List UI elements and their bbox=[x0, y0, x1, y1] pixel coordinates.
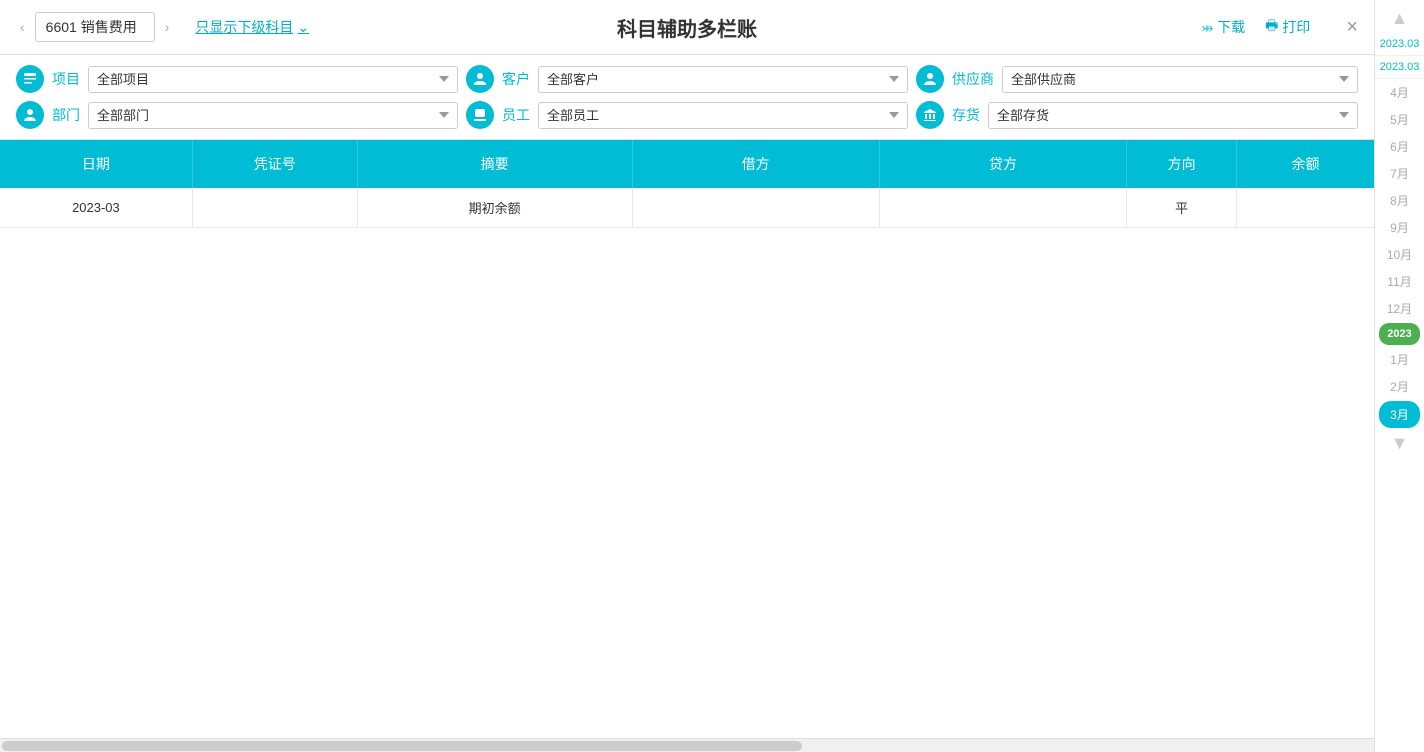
header: ‹ 6601 销售费用 › 只显示下级科目 ⌄ 科目辅助多栏账 ⤕ 下载 🖶 打… bbox=[0, 0, 1374, 55]
inventory-icon bbox=[916, 101, 944, 129]
timeline-down-arrow[interactable]: ▼ bbox=[1375, 429, 1424, 458]
timeline-month-1[interactable]: 1月 bbox=[1375, 346, 1424, 373]
project-icon bbox=[16, 65, 44, 93]
timeline-month-6[interactable]: 6月 bbox=[1375, 133, 1424, 160]
cell-direction: 平 bbox=[1127, 188, 1237, 228]
cell-credit bbox=[879, 188, 1126, 228]
print-label: 打印 bbox=[1282, 17, 1310, 37]
col-direction: 方向 bbox=[1127, 140, 1237, 188]
timeline-month-9[interactable]: 9月 bbox=[1375, 214, 1424, 241]
employee-label: 员工 bbox=[502, 105, 530, 125]
show-sub-button[interactable]: 只显示下级科目 ⌄ bbox=[195, 17, 309, 37]
col-summary: 摘要 bbox=[357, 140, 632, 188]
cell-summary: 期初余额 bbox=[357, 188, 632, 228]
cell-debit bbox=[632, 188, 879, 228]
table-header-row: 日期 凭证号 摘要 借方 贷方 方向 余额 bbox=[0, 140, 1374, 188]
timeline-2023-03-header1[interactable]: 2023.03 bbox=[1375, 33, 1424, 56]
header-actions: ⤕ 下载 🖶 打印 × bbox=[1202, 15, 1358, 39]
print-icon: 🖶 bbox=[1265, 15, 1278, 39]
header-left: ‹ 6601 销售费用 › 只显示下级科目 ⌄ bbox=[16, 12, 309, 42]
customer-select[interactable]: 全部客户 bbox=[538, 66, 908, 93]
timeline-month-7[interactable]: 7月 bbox=[1375, 160, 1424, 187]
project-select[interactable]: 全部项目 bbox=[88, 66, 458, 93]
department-icon bbox=[16, 101, 44, 129]
customer-icon bbox=[466, 65, 494, 93]
cell-balance bbox=[1237, 188, 1374, 228]
content-area: ‹ 6601 销售费用 › 只显示下级科目 ⌄ 科目辅助多栏账 ⤕ 下载 🖶 打… bbox=[0, 0, 1374, 752]
timeline-month-2[interactable]: 2月 bbox=[1375, 373, 1424, 400]
project-label: 项目 bbox=[52, 69, 80, 89]
timeline-month-4[interactable]: 4月 bbox=[1375, 79, 1424, 106]
download-icon: ⤕ bbox=[1202, 19, 1213, 36]
filter-employee: 员工 全部员工 bbox=[466, 101, 908, 129]
col-debit: 借方 bbox=[632, 140, 879, 188]
table-container: 日期 凭证号 摘要 借方 贷方 方向 余额 2023-03 期初余额 bbox=[0, 140, 1374, 738]
col-date: 日期 bbox=[0, 140, 192, 188]
filters-panel: 项目 全部项目 客户 全部客户 bbox=[0, 55, 1374, 140]
department-label: 部门 bbox=[52, 105, 80, 125]
timeline-month-3-active[interactable]: 3月 bbox=[1379, 401, 1420, 428]
supplier-select[interactable]: 全部供应商 bbox=[1002, 66, 1358, 93]
col-credit: 贷方 bbox=[879, 140, 1126, 188]
page-title: 科目辅助多栏账 bbox=[617, 13, 757, 42]
supplier-icon bbox=[916, 65, 944, 93]
timeline-month-12[interactable]: 12月 bbox=[1375, 295, 1424, 322]
timeline-month-5[interactable]: 5月 bbox=[1375, 106, 1424, 133]
customer-label: 客户 bbox=[502, 69, 530, 89]
col-voucher: 凭证号 bbox=[192, 140, 357, 188]
col-balance: 余额 bbox=[1237, 140, 1374, 188]
filter-inventory: 存货 全部存货 bbox=[916, 101, 1358, 129]
employee-select[interactable]: 全部员工 bbox=[538, 102, 908, 129]
table-row: 2023-03 期初余额 平 bbox=[0, 188, 1374, 228]
timeline-month-8[interactable]: 8月 bbox=[1375, 187, 1424, 214]
timeline-month-11[interactable]: 11月 bbox=[1375, 268, 1424, 295]
account-code[interactable]: 6601 销售费用 bbox=[35, 12, 155, 42]
show-sub-label: 只显示下级科目 bbox=[195, 17, 293, 37]
close-button[interactable]: × bbox=[1346, 16, 1358, 39]
horizontal-scrollbar[interactable] bbox=[0, 738, 1374, 752]
chevron-down-icon: ⌄ bbox=[297, 19, 309, 36]
ledger-table: 日期 凭证号 摘要 借方 贷方 方向 余额 2023-03 期初余额 bbox=[0, 140, 1374, 228]
next-account-arrow[interactable]: › bbox=[161, 17, 174, 37]
department-select[interactable]: 全部部门 bbox=[88, 102, 458, 129]
main-container: ‹ 6601 销售费用 › 只显示下级科目 ⌄ 科目辅助多栏账 ⤕ 下载 🖶 打… bbox=[0, 0, 1424, 752]
download-button[interactable]: ⤕ 下载 bbox=[1202, 17, 1245, 37]
timeline-up-arrow[interactable]: ▲ bbox=[1375, 4, 1424, 33]
timeline-year-2023[interactable]: 2023 bbox=[1379, 323, 1420, 345]
cell-date: 2023-03 bbox=[0, 188, 192, 228]
download-label: 下载 bbox=[1217, 17, 1245, 37]
scrollbar-thumb[interactable] bbox=[2, 741, 802, 751]
prev-account-arrow[interactable]: ‹ bbox=[16, 17, 29, 37]
filter-customer: 客户 全部客户 bbox=[466, 65, 908, 93]
timeline-month-10[interactable]: 10月 bbox=[1375, 241, 1424, 268]
right-sidebar-timeline: ▲ 2023.03 2023.03 4月 5月 6月 7月 8月 9月 10月 … bbox=[1374, 0, 1424, 752]
filter-department: 部门 全部部门 bbox=[16, 101, 458, 129]
timeline-2023-03-header2[interactable]: 2023.03 bbox=[1375, 56, 1424, 79]
print-button[interactable]: 🖶 打印 bbox=[1265, 15, 1310, 39]
filter-supplier: 供应商 全部供应商 bbox=[916, 65, 1358, 93]
supplier-label: 供应商 bbox=[952, 69, 994, 89]
inventory-label: 存货 bbox=[952, 105, 980, 125]
cell-voucher bbox=[192, 188, 357, 228]
inventory-select[interactable]: 全部存货 bbox=[988, 102, 1358, 129]
filter-project: 项目 全部项目 bbox=[16, 65, 458, 93]
employee-icon bbox=[466, 101, 494, 129]
